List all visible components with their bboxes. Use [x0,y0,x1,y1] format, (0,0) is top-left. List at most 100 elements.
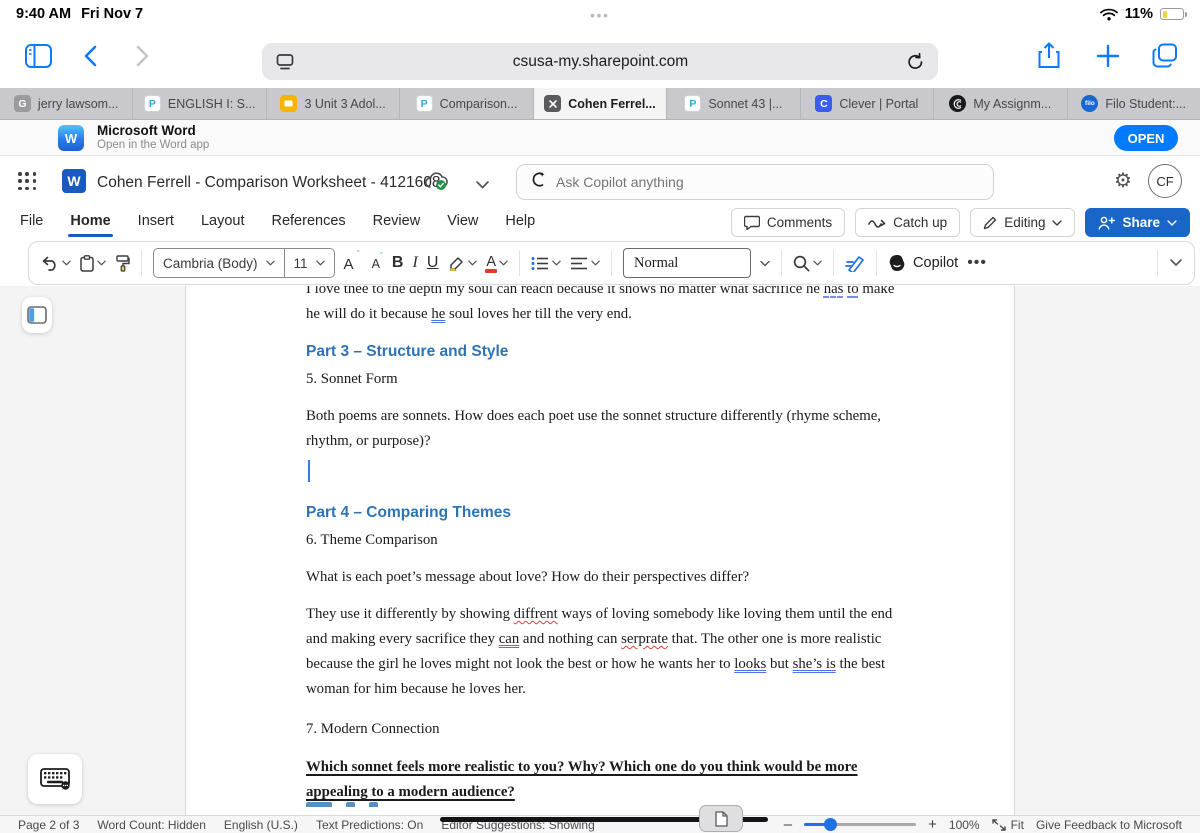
menu-insert[interactable]: Insert [138,209,174,237]
question-6-number[interactable]: 6. Theme Comparison [306,528,896,553]
page-thumbnail-button[interactable] [699,805,743,832]
italic-button[interactable]: I [412,254,417,272]
zoom-out-button[interactable]: – [784,817,792,832]
word-header: W Cohen Ferrell - Comparison Worksheet -… [0,156,1200,206]
comments-button[interactable]: Comments [730,208,846,237]
slides-favicon [280,95,298,112]
answer-6-text[interactable]: They use it differently by showing diffr… [306,602,896,702]
sidebar-toggle-icon[interactable] [25,44,52,73]
share-icon[interactable] [1038,42,1060,74]
menu-help[interactable]: Help [505,209,535,237]
tab-cohen-active[interactable]: Cohen Ferrel... [533,88,668,119]
banner-app-name: Microsoft Word [97,123,196,138]
copilot-search-input[interactable]: Ask Copilot anything [516,164,994,200]
powerschool-favicon: P [684,95,702,112]
text-predictions[interactable]: Text Predictions: On [316,818,423,832]
line-spacing-button[interactable] [570,256,600,271]
answer-4-text[interactable]: I love thee to the depth my soul can rea… [306,286,896,327]
question-7-text[interactable]: Which sonnet feels more realistic to you… [306,755,871,805]
question-5-number[interactable]: 5. Sonnet Form [306,367,896,392]
page-indicator[interactable]: Page 2 of 3 [18,818,79,832]
zoom-in-button[interactable]: + [928,817,937,832]
question-6-text[interactable]: What is each poet’s message about love? … [306,565,896,590]
ios-status-bar: 9:40 AM Fri Nov 7 ••• 11% [0,0,1200,28]
part4-heading[interactable]: Part 4 – Comparing Themes [306,500,896,525]
underline-button[interactable]: U [427,254,439,272]
tab-comparison[interactable]: P Comparison... [400,88,534,119]
feedback-link[interactable]: Give Feedback to Microsoft [1036,818,1182,832]
open-button[interactable]: OPEN [1114,125,1178,151]
word-logo-icon: W [62,169,86,193]
menu-file[interactable]: File [20,209,43,237]
fit-button[interactable]: Fit [991,818,1024,832]
editor-button[interactable] [845,254,865,272]
menu-review[interactable]: Review [373,209,421,237]
tabs-overview-icon[interactable] [1152,43,1178,73]
font-size-select[interactable]: 11 [285,249,334,277]
reload-icon[interactable] [907,52,924,71]
style-chevron-icon[interactable] [760,260,770,267]
close-tab-icon[interactable] [544,95,562,112]
menu-view[interactable]: View [447,209,478,237]
catch-up-button[interactable]: Catch up [855,208,961,237]
page-settings-icon[interactable] [276,53,294,70]
banner-subtitle: Open in the Word app [97,139,210,151]
tab-label: Cohen Ferrel... [568,96,656,111]
tab-filo[interactable]: filo Filo Student:... [1068,88,1200,119]
paste-button[interactable] [80,254,106,272]
new-tab-icon[interactable] [1096,44,1120,73]
zoom-level[interactable]: 100% [949,818,980,832]
shrink-font-button[interactable]: Aˇ [372,251,383,271]
document-page[interactable]: I love thee to the depth my soul can rea… [185,286,1015,815]
grammar-mark: she’s is [792,656,836,672]
menu-layout[interactable]: Layout [201,209,245,237]
share-label: Share [1122,215,1160,230]
copilot-button[interactable]: Copilot [888,254,958,272]
keyboard-button[interactable] [28,754,82,804]
zoom-slider[interactable] [804,818,917,831]
tab-jerry[interactable]: G jerry lawsom... [0,88,134,119]
share-button[interactable]: Share [1085,208,1190,237]
highlight-button[interactable] [447,255,478,272]
bullet-list-button[interactable] [531,256,561,271]
grow-font-button[interactable]: A＾ [344,251,363,273]
settings-gear-icon[interactable]: ⚙ [1114,168,1132,193]
part3-heading[interactable]: Part 3 – Structure and Style [306,339,896,364]
account-avatar[interactable]: CF [1148,164,1182,198]
title-chevron-down-icon[interactable] [476,176,489,194]
back-button[interactable] [83,45,97,72]
font-name-select[interactable]: Cambria (Body) [154,249,285,277]
document-title[interactable]: Cohen Ferrell - Comparison Worksheet - 4… [97,174,440,192]
menu-references[interactable]: References [271,209,345,237]
ipad-safari-word-screen: 9:40 AM Fri Nov 7 ••• 11% csusa-my.share… [0,0,1200,833]
open-in-app-banner: W Microsoft Word Open in the Word app OP… [0,120,1200,156]
tab-label: 3 Unit 3 Adol... [304,96,386,111]
font-color-button[interactable]: A [485,254,508,273]
clever-favicon: C [815,95,833,112]
forward-button[interactable] [136,45,150,72]
url-text: csusa-my.sharepoint.com [512,52,689,70]
question-5-text[interactable]: Both poems are sonnets. How does each po… [306,404,896,454]
tab-assignments[interactable]: My Assignm... [934,88,1068,119]
tab-sonnet[interactable]: P Sonnet 43 |... [667,88,801,119]
format-painter-icon[interactable] [115,254,130,272]
menu-home[interactable]: Home [68,209,113,237]
word-count[interactable]: Word Count: Hidden [97,818,206,832]
more-options-button[interactable]: ••• [967,254,987,272]
find-button[interactable] [793,255,822,272]
pane-toggle-button[interactable] [22,297,52,333]
tab-english[interactable]: P ENGLISH I: S... [133,88,267,119]
undo-button[interactable] [41,256,71,271]
collapse-ribbon-chevron-icon[interactable] [1170,259,1182,267]
bold-button[interactable]: B [392,254,404,272]
safari-toolbar: csusa-my.sharepoint.com [0,28,1200,88]
question-7-number[interactable]: 7. Modern Connection [306,717,896,742]
tab-clever[interactable]: C Clever | Portal [801,88,935,119]
style-gallery[interactable]: Normal [623,248,752,278]
app-launcher-icon[interactable] [18,172,37,191]
language-indicator[interactable]: English (U.S.) [224,818,298,832]
editing-mode-button[interactable]: Editing [970,208,1076,237]
address-bar[interactable]: csusa-my.sharepoint.com [262,43,938,80]
tab-unit3[interactable]: 3 Unit 3 Adol... [267,88,401,119]
editing-label: Editing [1004,215,1046,230]
